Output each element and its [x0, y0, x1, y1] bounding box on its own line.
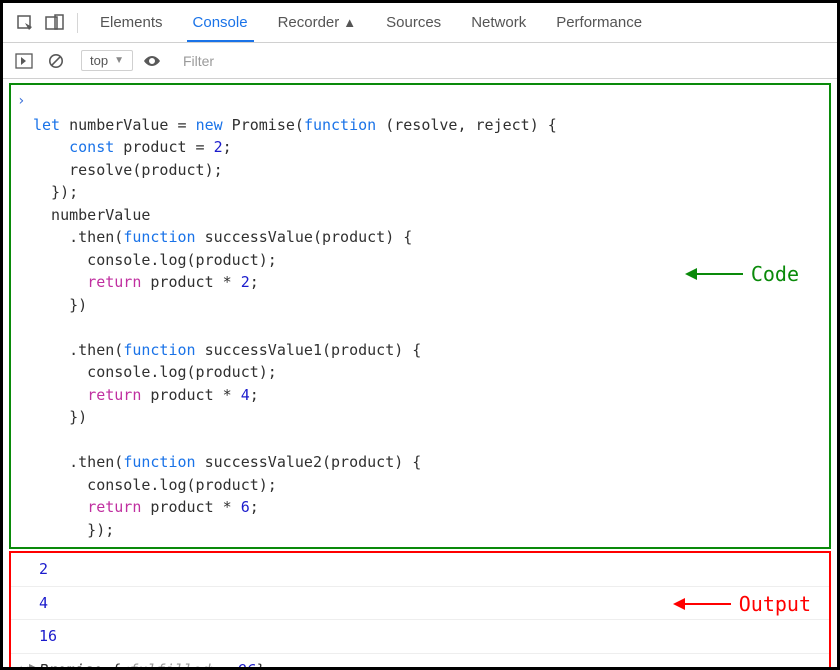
arrow-left-icon: [673, 595, 733, 613]
text: Promise(: [223, 116, 304, 134]
tab-sources[interactable]: Sources: [372, 4, 455, 41]
annotation-label: Output: [739, 589, 811, 619]
tab-network[interactable]: Network: [457, 4, 540, 41]
return-value: Promise {<fulfilled>: 96}: [39, 661, 265, 668]
live-expression-icon[interactable]: [139, 48, 165, 74]
device-toggle-icon[interactable]: [41, 9, 69, 37]
divider: [77, 13, 78, 33]
text: .then(: [33, 341, 123, 359]
kw-let: let: [33, 116, 60, 134]
text: product *: [141, 498, 240, 516]
console-body: ›let numberValue = new Promise(function …: [3, 79, 837, 667]
text: }: [256, 661, 265, 668]
inspect-icon[interactable]: [11, 9, 39, 37]
text: .then(: [33, 453, 123, 471]
promise-value: 96: [238, 661, 256, 668]
kw-function: function: [123, 228, 195, 246]
log-value: 16: [39, 627, 57, 645]
text: ;: [250, 273, 259, 291]
annotation-output: Output: [673, 589, 811, 619]
kw-new: new: [196, 116, 223, 134]
code-line: }): [33, 408, 87, 426]
context-label: top: [90, 53, 108, 68]
number-literal: 4: [241, 386, 250, 404]
chevron-down-icon: ▼: [114, 55, 124, 66]
text: successValue(product) {: [196, 228, 413, 246]
promise-state: <fulfilled>: [120, 661, 219, 668]
kw-return: return: [87, 386, 141, 404]
console-toolbar: top ▼: [3, 43, 837, 79]
tab-recorder[interactable]: Recorder▲: [264, 4, 371, 41]
log-value: 4: [39, 594, 48, 612]
kw-const: const: [69, 138, 114, 156]
arrow-left-icon: [685, 265, 745, 283]
op-eq: =: [168, 116, 195, 134]
kw-function: function: [304, 116, 376, 134]
code-line: console.log(product);: [33, 476, 277, 494]
annotation-label: Code: [751, 259, 799, 289]
annotation-code: Code: [685, 259, 799, 289]
identifier: numberValue: [69, 116, 168, 134]
text: successValue2(product) {: [196, 453, 422, 471]
text: Promise: [39, 661, 111, 668]
code-line: console.log(product);: [33, 363, 277, 381]
input-code-block: ›let numberValue = new Promise(function …: [9, 83, 831, 549]
text: .then(: [33, 228, 123, 246]
code-line: });: [33, 521, 114, 539]
tab-elements[interactable]: Elements: [86, 4, 177, 41]
log-row: 16: [11, 620, 829, 654]
tab-performance[interactable]: Performance: [542, 4, 656, 41]
clear-console-icon[interactable]: [43, 48, 69, 74]
text: ;: [250, 386, 259, 404]
kw-function: function: [123, 453, 195, 471]
number-literal: 6: [241, 498, 250, 516]
devtools-tabbar: Elements Console Recorder▲ Sources Netwo…: [3, 3, 837, 43]
code-line: });: [33, 183, 78, 201]
kw-function: function: [123, 341, 195, 359]
text: successValue1(product) {: [196, 341, 422, 359]
tab-console[interactable]: Console: [179, 4, 262, 41]
log-row: 2: [11, 553, 829, 587]
execution-context-selector[interactable]: top ▼: [81, 50, 133, 71]
sidebar-toggle-icon[interactable]: [11, 48, 37, 74]
text: {: [111, 661, 120, 668]
text: :: [220, 661, 238, 668]
number-literal: 2: [241, 273, 250, 291]
tab-recorder-label: Recorder: [278, 14, 340, 31]
text: product =: [114, 138, 213, 156]
code-line: console.log(product);: [33, 251, 277, 269]
expand-twisty-icon[interactable]: ▶: [29, 659, 36, 668]
number-literal: 2: [214, 138, 223, 156]
text: product *: [141, 386, 240, 404]
code-line: numberValue: [33, 206, 150, 224]
code-line: resolve(product);: [33, 161, 223, 179]
flask-icon: ▲: [343, 15, 356, 30]
text: (resolve, reject) {: [376, 116, 557, 134]
kw-return: return: [87, 273, 141, 291]
text: ;: [250, 498, 259, 516]
log-value: 2: [39, 560, 48, 578]
filter-input[interactable]: [177, 49, 829, 73]
code-line: }): [33, 296, 87, 314]
return-row[interactable]: ‹· ▶ Promise {<fulfilled>: 96}: [11, 654, 829, 668]
prompt-icon: ›: [17, 91, 25, 112]
text: product *: [141, 273, 240, 291]
kw-return: return: [87, 498, 141, 516]
text: ;: [223, 138, 232, 156]
